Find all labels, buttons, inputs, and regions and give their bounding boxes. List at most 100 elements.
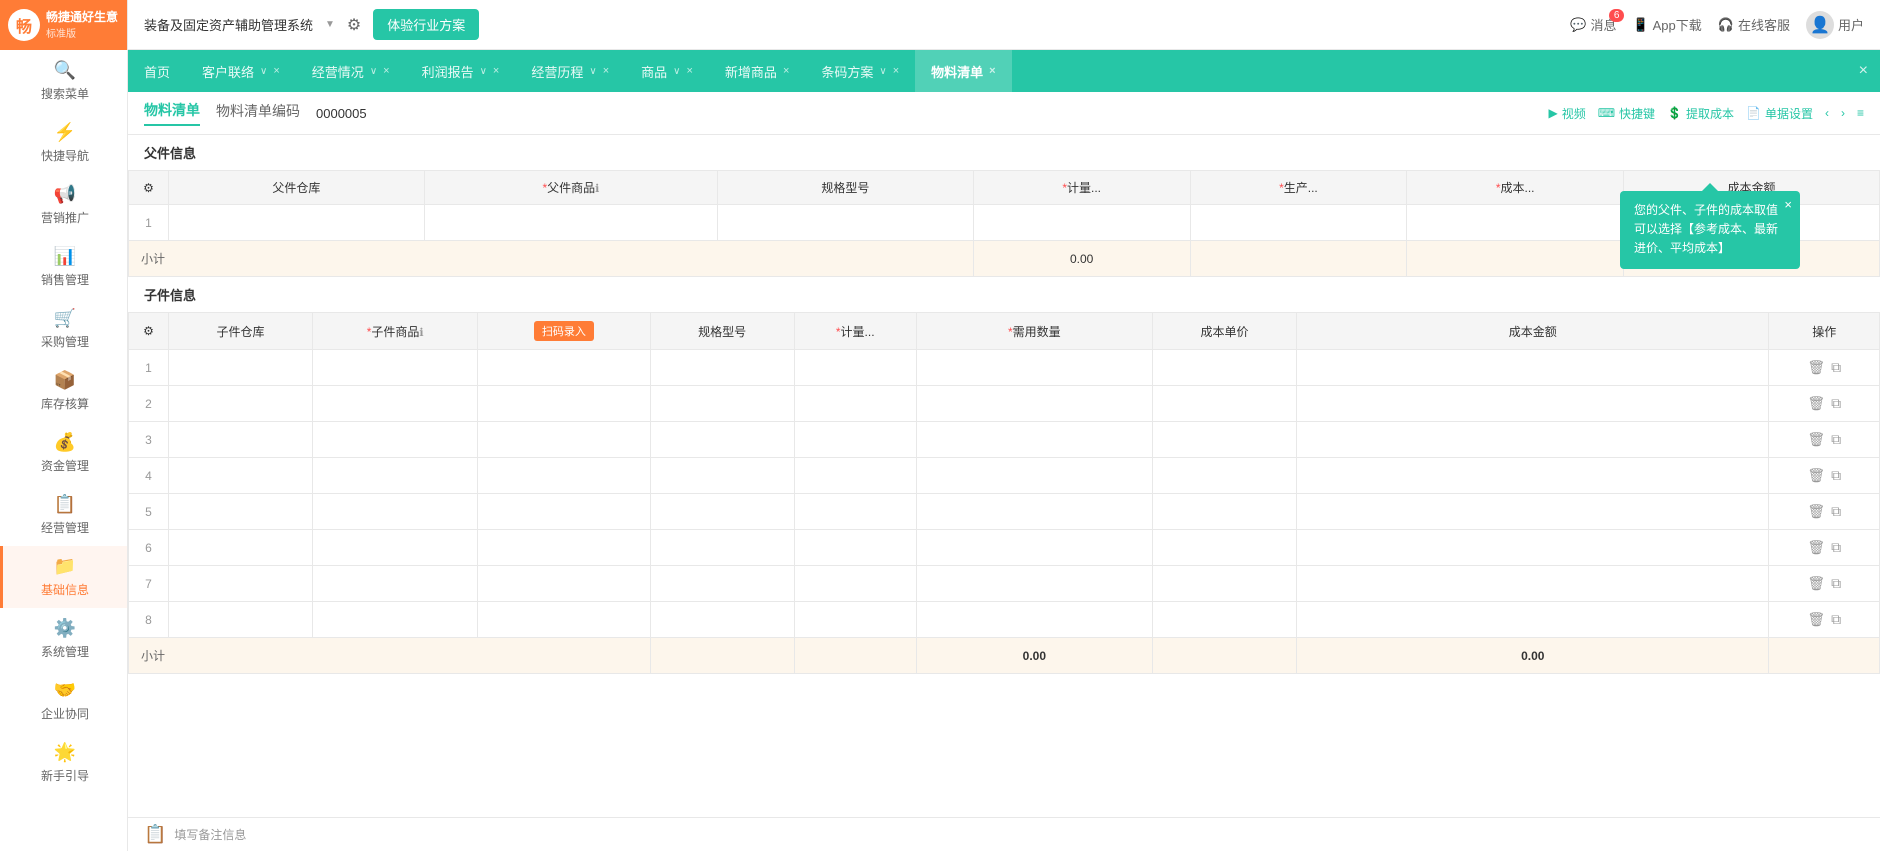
tab-customer-close[interactable]: × [273,65,279,77]
child-amount-cell[interactable] [1297,530,1769,566]
child-goods-cell[interactable] [313,422,478,458]
child-unitcost-cell[interactable] [1152,386,1296,422]
nav-prev[interactable]: ‹ [1825,106,1829,120]
settings-icon[interactable]: ⚙ [347,15,361,35]
child-qty-cell[interactable] [916,350,1152,386]
child-qty-cell[interactable] [916,602,1152,638]
tab-profit-close[interactable]: × [493,65,499,77]
child-scan-cell[interactable] [478,530,650,566]
child-qty-cell[interactable] [916,494,1152,530]
scan-button[interactable]: 扫码录入 [534,321,594,341]
tab-barcode-close[interactable]: × [893,65,899,77]
child-qty-cell[interactable] [916,530,1152,566]
child-warehouse-cell[interactable] [169,386,313,422]
user-avatar[interactable]: 👤 用户 [1806,11,1864,39]
tab-profit[interactable]: 利润报告 ∨ × [406,50,516,92]
action-doc-settings[interactable]: 📄 单据设置 [1746,105,1813,122]
tab-goods-close[interactable]: × [686,65,692,77]
child-unitcost-cell[interactable] [1152,602,1296,638]
tab-goods[interactable]: 商品 ∨ × [625,50,709,92]
child-spec-cell[interactable] [650,494,794,530]
sidebar-item-search[interactable]: 🔍 搜索菜单 [0,50,127,112]
child-qty-cell[interactable] [916,386,1152,422]
child-goods-cell[interactable] [313,350,478,386]
delete-icon[interactable]: 🗑 [1807,467,1825,484]
child-warehouse-cell[interactable] [169,422,313,458]
sidebar-item-purchase[interactable]: 🛒 采购管理 [0,298,127,360]
child-unit-cell[interactable] [794,350,916,386]
child-goods-cell[interactable] [313,566,478,602]
child-unit-cell[interactable] [794,530,916,566]
sidebar-item-system[interactable]: ⚙️ 系统管理 [0,608,127,670]
child-amount-cell[interactable] [1297,422,1769,458]
action-extract-cost[interactable]: 💲 提取成本 [1667,105,1734,122]
child-unitcost-cell[interactable] [1152,494,1296,530]
parent-spec-cell[interactable] [717,205,973,241]
child-unitcost-cell[interactable] [1152,530,1296,566]
child-warehouse-cell[interactable] [169,530,313,566]
child-unit-cell[interactable] [794,566,916,602]
message-button[interactable]: 💬 消息 6 [1570,15,1616,34]
delete-icon[interactable]: 🗑 [1807,359,1825,376]
child-warehouse-cell[interactable] [169,458,313,494]
child-unit-cell[interactable] [794,458,916,494]
sidebar-item-enterprise[interactable]: 🤝 企业协同 [0,670,127,732]
child-goods-cell[interactable] [313,530,478,566]
child-amount-cell[interactable] [1297,566,1769,602]
child-spec-cell[interactable] [650,530,794,566]
delete-icon[interactable]: 🗑 [1807,431,1825,448]
sub-tab-code[interactable]: 物料清单编码 [216,101,300,125]
sidebar-item-operations[interactable]: 📋 经营管理 [0,484,127,546]
child-spec-cell[interactable] [650,566,794,602]
online-service-button[interactable]: 🎧 在线客服 [1718,15,1790,34]
sidebar-item-newguide[interactable]: 🌟 新手引导 [0,732,127,794]
trial-button[interactable]: 体验行业方案 [373,9,479,40]
system-dropdown-icon[interactable]: ▼ [325,19,335,30]
child-spec-cell[interactable] [650,602,794,638]
child-scan-cell[interactable] [478,494,650,530]
child-scan-cell[interactable] [478,602,650,638]
child-scan-cell[interactable] [478,422,650,458]
child-scan-cell[interactable] [478,350,650,386]
child-unitcost-cell[interactable] [1152,422,1296,458]
tab-operations[interactable]: 经营情况 ∨ × [296,50,406,92]
child-goods-cell[interactable] [313,494,478,530]
parent-cost-cell[interactable] [1407,205,1624,241]
sidebar-item-marketing[interactable]: 📢 营销推广 [0,174,127,236]
copy-icon[interactable]: ⧉ [1831,539,1841,556]
parent-produce-cell[interactable] [1190,205,1407,241]
child-goods-cell[interactable] [313,602,478,638]
child-scan-cell[interactable] [478,566,650,602]
close-all-tabs[interactable]: × [1847,62,1880,80]
grid-view[interactable]: ≡ [1857,106,1864,120]
app-download-button[interactable]: 📱 App下载 [1632,15,1701,34]
tab-customer[interactable]: 客户联络 ∨ × [186,50,296,92]
child-amount-cell[interactable] [1297,458,1769,494]
child-spec-cell[interactable] [650,458,794,494]
copy-icon[interactable]: ⧉ [1831,431,1841,448]
parent-unit-cell[interactable] [973,205,1190,241]
delete-icon[interactable]: 🗑 [1807,503,1825,520]
tab-history-close[interactable]: × [603,65,609,77]
delete-icon[interactable]: 🗑 [1807,395,1825,412]
parent-goods-cell[interactable] [424,205,717,241]
tab-new-goods-close[interactable]: × [783,65,789,77]
child-unitcost-cell[interactable] [1152,350,1296,386]
sidebar-item-sales[interactable]: 📊 销售管理 [0,236,127,298]
child-unitcost-cell[interactable] [1152,566,1296,602]
child-warehouse-cell[interactable] [169,350,313,386]
tab-home[interactable]: 首页 [128,50,186,92]
child-spec-cell[interactable] [650,422,794,458]
child-amount-cell[interactable] [1297,350,1769,386]
sidebar-item-inventory[interactable]: 📦 库存核算 [0,360,127,422]
action-shortcut[interactable]: ⌨ 快捷键 [1598,105,1655,122]
parent-warehouse-cell[interactable] [169,205,425,241]
delete-icon[interactable]: 🗑 [1807,575,1825,592]
child-amount-cell[interactable] [1297,386,1769,422]
child-unitcost-cell[interactable] [1152,458,1296,494]
child-scan-cell[interactable] [478,458,650,494]
delete-icon[interactable]: 🗑 [1807,539,1825,556]
child-qty-cell[interactable] [916,422,1152,458]
child-qty-cell[interactable] [916,458,1152,494]
copy-icon[interactable]: ⧉ [1831,359,1841,376]
